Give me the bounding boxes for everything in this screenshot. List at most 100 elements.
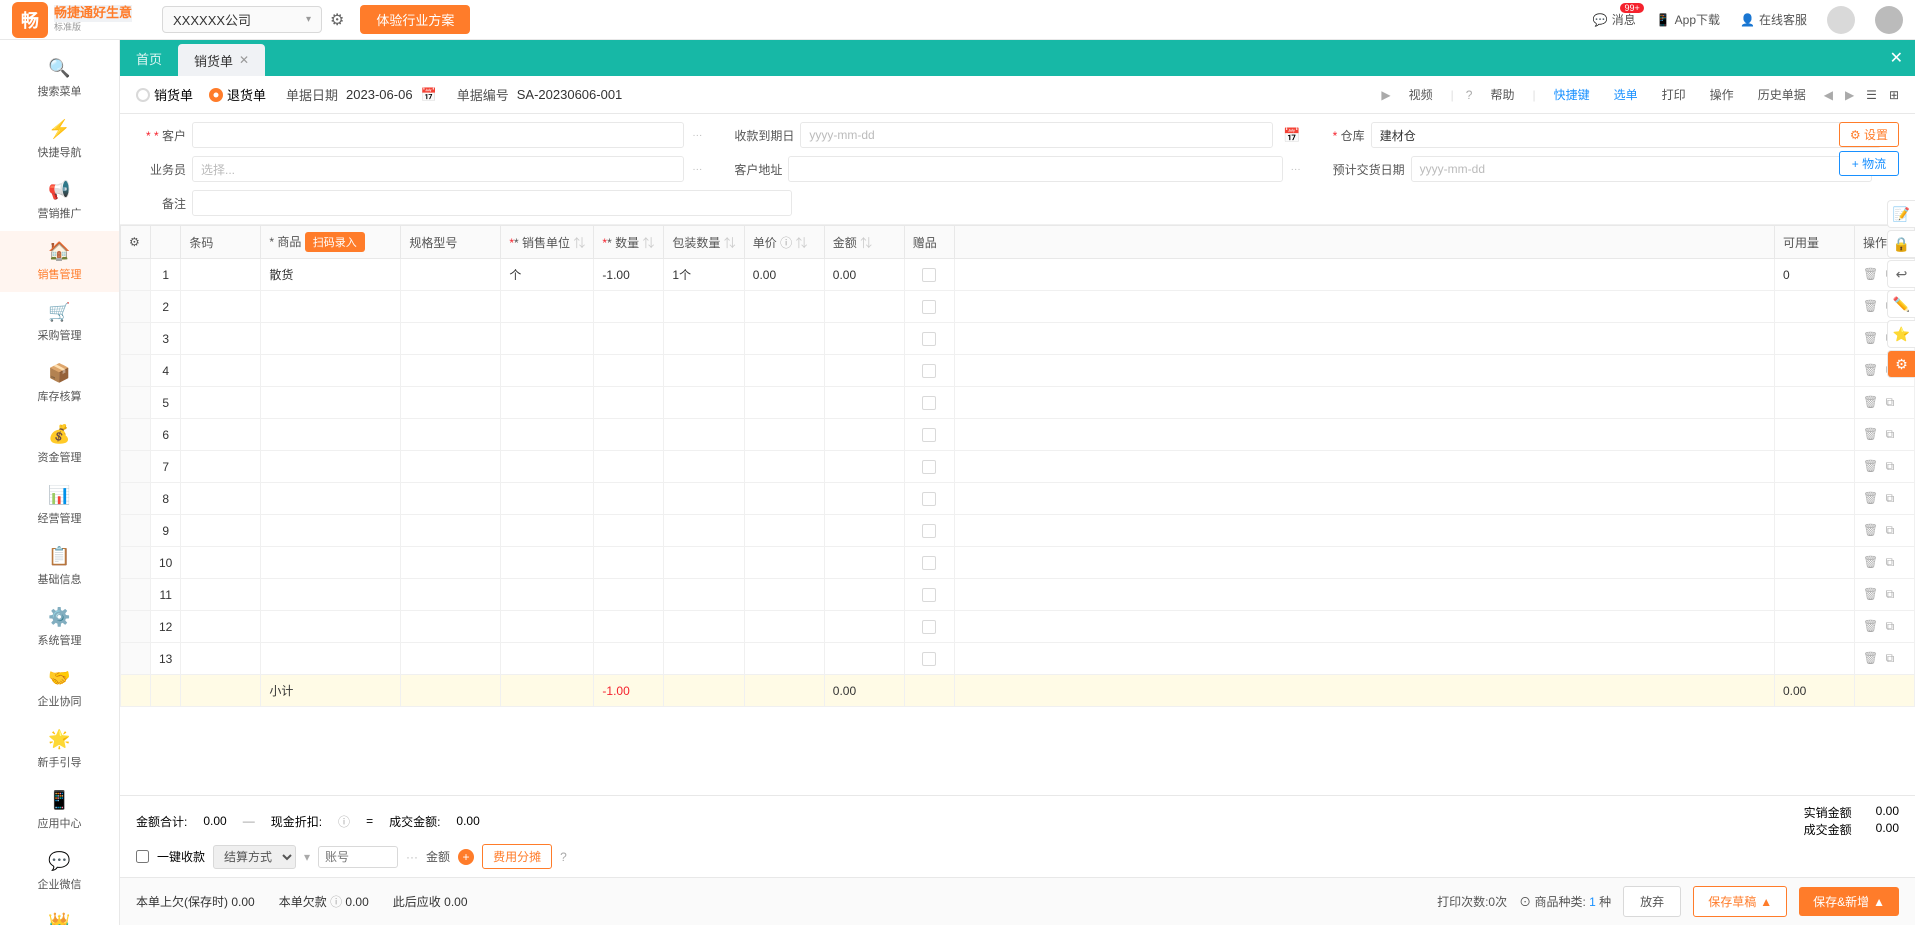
tab-home[interactable]: 首页 [120,40,178,76]
delete-icon-11[interactable]: 🗑 [1863,619,1878,633]
cell-spec-6[interactable] [401,451,501,483]
save-new-btn[interactable]: 保存&新增 ▲ [1799,887,1899,916]
cell-amount-3[interactable] [824,355,904,387]
tab-sales-order[interactable]: 销货单 ✕ [178,44,265,76]
cell-qty-10[interactable] [594,579,664,611]
cell-goods-0[interactable]: 散货 [261,259,401,291]
one-click-pay-checkbox[interactable] [136,850,149,863]
floater-undo-icon[interactable]: ↩ [1887,260,1915,288]
sidebar-item-inventory[interactable]: 📦 库存核算 [0,353,119,414]
cell-price-9[interactable] [744,547,824,579]
window-close-icon[interactable]: ✕ [1890,48,1915,68]
sidebar-item-finance[interactable]: 💰 资金管理 [0,414,119,475]
cell-spec-2[interactable] [401,323,501,355]
cell-spec-9[interactable] [401,547,501,579]
delete-icon-2[interactable]: 🗑 [1863,331,1878,345]
delete-icon-1[interactable]: 🗑 [1863,299,1878,313]
floater-settings-icon[interactable]: ⚙ [1887,350,1915,378]
warehouse-input[interactable]: 建材仓 [1371,122,1881,148]
sidebar-item-collab[interactable]: 🤝 企业协同 [0,658,119,719]
cell-amount-12[interactable] [824,643,904,675]
gift-checkbox-12[interactable] [922,652,936,666]
floater-pen-icon[interactable]: ✏️ [1887,290,1915,318]
scan-btn[interactable]: 扫码录入 [305,232,365,252]
cell-qty-4[interactable] [594,387,664,419]
online-service-btn[interactable]: 👤 在线客服 [1740,11,1807,28]
delete-icon-9[interactable]: 🗑 [1863,555,1878,569]
cell-qty-0[interactable]: -1.00 [594,259,664,291]
cell-goods-12[interactable] [261,643,401,675]
cell-barcode-3[interactable] [181,355,261,387]
cell-barcode-9[interactable] [181,547,261,579]
cell-pkgqty-6[interactable] [664,451,744,483]
delete-icon-12[interactable]: 🗑 [1863,651,1878,665]
single-owe-info[interactable]: ⓘ [330,895,342,909]
cell-unit-9[interactable] [501,547,594,579]
cell-pkgqty-10[interactable] [664,579,744,611]
cell-pkgqty-1[interactable] [664,291,744,323]
history-btn[interactable]: 历史单据 [1752,84,1812,105]
cell-unit-6[interactable] [501,451,594,483]
cell-goods-6[interactable] [261,451,401,483]
floater-lock-icon[interactable]: 🔒 [1887,230,1915,258]
cell-unit-4[interactable] [501,387,594,419]
cell-pkgqty-7[interactable] [664,483,744,515]
cell-pkgqty-5[interactable] [664,419,744,451]
copy-icon-7[interactable]: ⧉ [1886,491,1895,505]
gift-checkbox-4[interactable] [922,396,936,410]
cell-qty-8[interactable] [594,515,664,547]
cell-barcode-7[interactable] [181,483,261,515]
customer-more-icon[interactable]: ··· [692,130,702,141]
gift-checkbox-8[interactable] [922,524,936,538]
copy-icon-6[interactable]: ⧉ [1886,459,1895,473]
cell-price-12[interactable] [744,643,824,675]
cell-pkgqty-9[interactable] [664,547,744,579]
cell-price-8[interactable] [744,515,824,547]
sidebar-item-sales[interactable]: 🏠 销售管理 [0,231,119,292]
sidebar-item-marketing[interactable]: 📢 营销推广 [0,170,119,231]
delete-icon-10[interactable]: 🗑 [1863,587,1878,601]
cell-goods-11[interactable] [261,611,401,643]
help-btn[interactable]: 帮助 [1484,84,1520,105]
cell-price-3[interactable] [744,355,824,387]
cell-pkgqty-11[interactable] [664,611,744,643]
est-delivery-input[interactable]: yyyy-mm-dd [1411,156,1872,182]
cell-pkgqty-3[interactable] [664,355,744,387]
cell-unit-1[interactable] [501,291,594,323]
shortcut-btn[interactable]: 快捷键 [1548,84,1596,105]
cell-price-11[interactable] [744,611,824,643]
cell-barcode-6[interactable] [181,451,261,483]
avatar[interactable] [1827,6,1855,34]
cell-amount-0[interactable]: 0.00 [824,259,904,291]
cell-goods-2[interactable] [261,323,401,355]
copy-icon-10[interactable]: ⧉ [1886,587,1895,601]
cell-price-5[interactable] [744,419,824,451]
cell-barcode-8[interactable] [181,515,261,547]
cell-spec-12[interactable] [401,643,501,675]
delete-icon-5[interactable]: 🗑 [1863,427,1878,441]
cell-unit-2[interactable] [501,323,594,355]
cell-goods-3[interactable] [261,355,401,387]
save-draft-btn[interactable]: 保存草稿 ▲ [1693,886,1787,917]
cell-amount-8[interactable] [824,515,904,547]
cell-price-2[interactable] [744,323,824,355]
price-info-icon[interactable]: ⓘ [780,236,792,250]
discard-btn[interactable]: 放弃 [1623,886,1681,917]
cell-qty-3[interactable] [594,355,664,387]
cell-price-4[interactable] [744,387,824,419]
app-download-btn[interactable]: 📱 App下载 [1656,11,1720,28]
delete-icon-6[interactable]: 🗑 [1863,459,1878,473]
sidebar-item-system[interactable]: ⚙️ 系统管理 [0,597,119,658]
gift-checkbox-9[interactable] [922,556,936,570]
cell-goods-7[interactable] [261,483,401,515]
delete-icon-3[interactable]: 🗑 [1863,363,1878,377]
cell-amount-2[interactable] [824,323,904,355]
cell-spec-11[interactable] [401,611,501,643]
sidebar-item-member[interactable]: 👑 畅会员 [0,902,119,925]
sidebar-item-basic[interactable]: 📋 基础信息 [0,536,119,597]
tab-close-icon[interactable]: ✕ [239,53,249,67]
gift-checkbox-5[interactable] [922,428,936,442]
salesperson-more-icon[interactable]: ··· [692,164,702,175]
fee-help-icon[interactable]: ? [560,850,567,864]
cell-qty-5[interactable] [594,419,664,451]
